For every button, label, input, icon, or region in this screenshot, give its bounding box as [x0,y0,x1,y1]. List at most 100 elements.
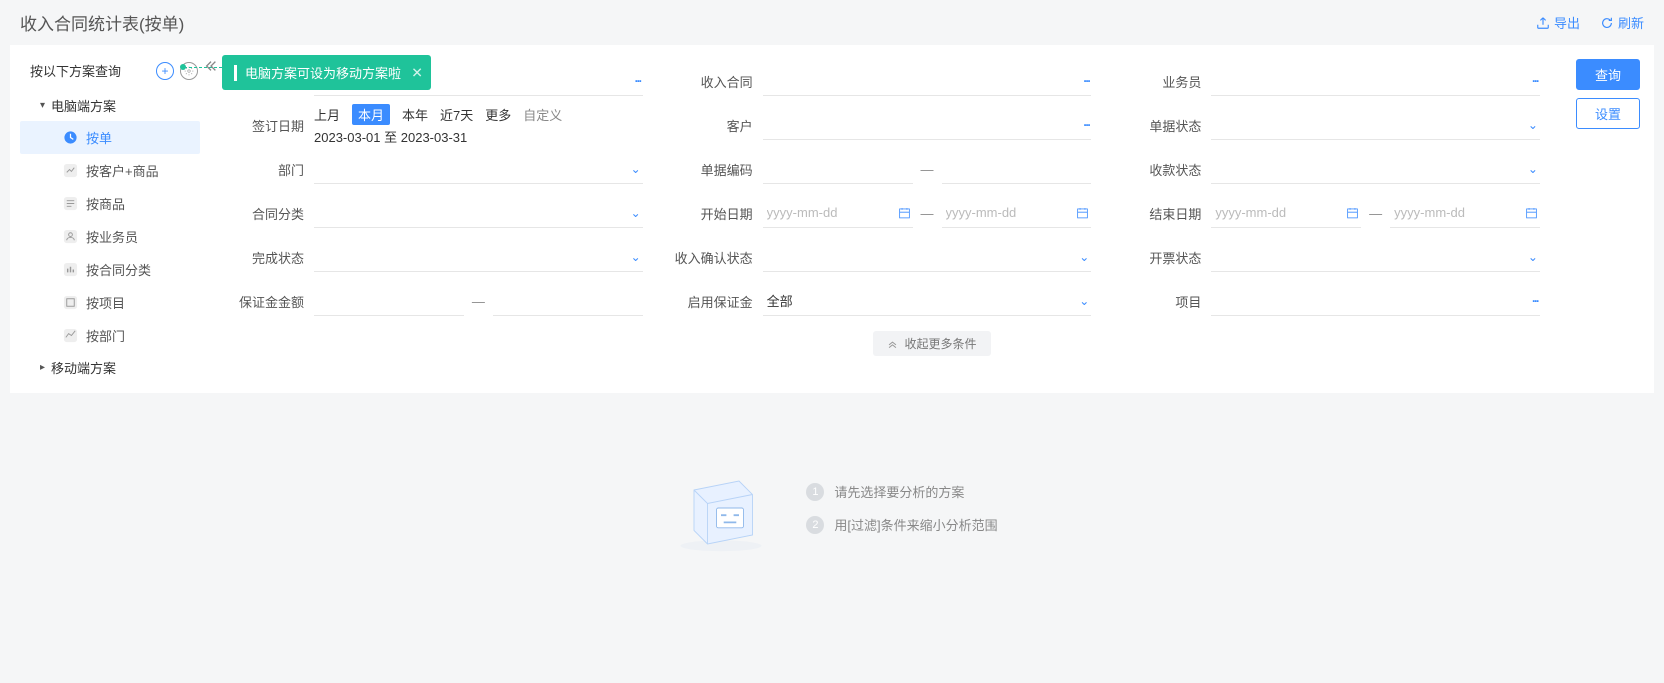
collapse-conditions-button[interactable]: 收起更多条件 [873,331,990,356]
filter-enable-deposit: 启用保证金 全部⌄ [673,279,1092,323]
export-button[interactable]: 导出 [1536,13,1580,32]
action-column: 查询 设置 [1570,59,1640,129]
filter-income-contract: 收入合同 ··· [673,59,1092,103]
end-date-to[interactable] [1390,198,1540,228]
tree-item-by-order[interactable]: 按单 [20,121,200,154]
date-quick-picker: 上月 本月 本年 近7天 更多 自定义 [314,104,562,125]
add-scheme-button[interactable]: + [156,62,174,80]
complete-status-select[interactable]: ⌄ [314,242,643,272]
filter-complete-status: 完成状态 ⌄ [224,235,643,279]
tree-item-by-project[interactable]: 按项目 [20,286,200,319]
chevron-down-icon: ⌄ [631,162,641,176]
date-opt-this-month[interactable]: 本月 [352,104,390,125]
bill-status-select[interactable]: ⌄ [1211,110,1540,140]
tree-item-by-salesperson[interactable]: 按业务员 [20,220,200,253]
filter-project: 项目 ··· [1121,279,1540,323]
date-opt-more[interactable]: 更多 [485,105,511,124]
tooltip-close-button[interactable]: ✕ [411,64,423,81]
calendar-icon [1525,206,1538,219]
chart-icon [62,163,78,179]
tree-group-mobile[interactable]: ▸ 移动端方案 [20,352,200,383]
chevron-down-icon: ⌄ [1528,118,1538,132]
calendar-icon [1346,206,1359,219]
empty-state: 1 请先选择要分析的方案 2 用[过滤]条件来缩小分析范围 [0,393,1664,623]
page-header: 收入合同统计表(按单) 导出 刷新 [0,0,1664,45]
person-icon [62,229,78,245]
filter-end-date: 结束日期 — [1121,191,1540,235]
filter-customer: 客户 ··· [673,103,1092,147]
filter-receipt-status: 收款状态 ⌄ [1121,147,1540,191]
chevron-down-icon: ⌄ [1528,162,1538,176]
sidebar-header: 按以下方案查询 + [10,55,210,90]
doc-icon [62,295,78,311]
invoice-status-select[interactable]: ⌄ [1211,242,1540,272]
date-opt-last-month[interactable]: 上月 [314,105,340,124]
more-icon: ··· [1532,294,1538,308]
salesperson-select[interactable]: ··· [1211,66,1540,96]
range-dash: — [1369,206,1382,221]
chevron-down-icon: ⌄ [631,206,641,220]
filter-income-confirm: 收入确认状态 ⌄ [673,235,1092,279]
tree-item-by-contract-category[interactable]: 按合同分类 [20,253,200,286]
filter-dept: 部门 ⌄ [224,147,643,191]
filter-contract-cat: 合同分类 ⌄ [224,191,643,235]
more-icon: ··· [1083,74,1089,88]
grid-icon [62,328,78,344]
more-icon: ··· [635,74,641,88]
range-dash: — [921,206,934,221]
header-actions: 导出 刷新 [1536,13,1644,32]
deposit-from[interactable] [314,286,464,316]
filter-deposit: 保证金金额 — [224,279,643,323]
calendar-icon [898,206,911,219]
page-title: 收入合同统计表(按单) [20,10,184,35]
step-number-1: 1 [806,483,824,501]
clock-icon [62,130,78,146]
dept-select[interactable]: ⌄ [314,154,643,184]
search-button[interactable]: 查询 [1576,59,1640,90]
contract-cat-select[interactable]: ⌄ [314,198,643,228]
tree-item-by-product[interactable]: 按商品 [20,187,200,220]
project-select[interactable]: ··· [1211,286,1540,316]
enable-deposit-select[interactable]: 全部⌄ [763,286,1092,316]
customer-select[interactable]: ··· [763,110,1092,140]
range-dash: — [921,162,934,177]
filter-panel: 按以下方案查询 + 电脑方案可设为移动方案啦 ✕ ▾ 电脑端方案 按单 [10,45,1654,393]
bill-code-from[interactable] [763,154,913,184]
income-contract-select[interactable]: ··· [763,66,1092,96]
date-opt÷this-year[interactable]: 本年 [402,105,428,124]
empty-step-2: 2 用[过滤]条件来缩小分析范围 [806,515,997,534]
date-opt-7days[interactable]: 近7天 [440,105,473,124]
tree-item-by-customer-product[interactable]: 按客户+商品 [20,154,200,187]
caret-down-icon: ▾ [40,100,45,111]
sidebar: 按以下方案查询 + 电脑方案可设为移动方案啦 ✕ ▾ 电脑端方案 按单 [10,45,210,393]
export-icon [1536,16,1550,30]
filter-sign-date: 签订日期 上月 本月 本年 近7天 更多 自定义 2023-03-01 至 [224,103,643,147]
chevron-down-icon: ⌄ [1079,250,1089,264]
start-date-from[interactable] [763,198,913,228]
date-range-display: 2023-03-01 至 2023-03-31 [314,127,467,146]
collapse-bar: 收起更多条件 [224,323,1640,368]
filter-invoice-status: 开票状态 ⌄ [1121,235,1540,279]
receipt-status-select[interactable]: ⌄ [1211,154,1540,184]
more-icon: ··· [1532,74,1538,88]
tree-group-desktop[interactable]: ▾ 电脑端方案 [20,90,200,121]
chevron-down-icon: ⌄ [1079,294,1089,308]
filter-bill-code: 单据编码 — [673,147,1092,191]
filter-bill-status: 单据状态 ⌄ [1121,103,1540,147]
end-date-from[interactable] [1211,198,1361,228]
bar-icon [62,262,78,278]
start-date-to[interactable] [942,198,1092,228]
refresh-button[interactable]: 刷新 [1600,13,1644,32]
deposit-to[interactable] [493,286,643,316]
caret-right-icon: ▸ [40,362,45,373]
empty-illustration-icon [666,463,776,553]
income-confirm-select[interactable]: ⌄ [763,242,1092,272]
sidebar-collapse-button[interactable] [204,59,218,73]
settings-button[interactable]: 设置 [1576,98,1640,129]
chevron-down-icon: ⌄ [1528,250,1538,264]
bill-code-to[interactable] [942,154,1092,184]
chevron-left-double-icon [204,59,218,73]
tree-item-by-department[interactable]: 按部门 [20,319,200,352]
date-opt-custom[interactable]: 自定义 [523,105,562,124]
tooltip-banner: 电脑方案可设为移动方案啦 ✕ [222,55,431,90]
